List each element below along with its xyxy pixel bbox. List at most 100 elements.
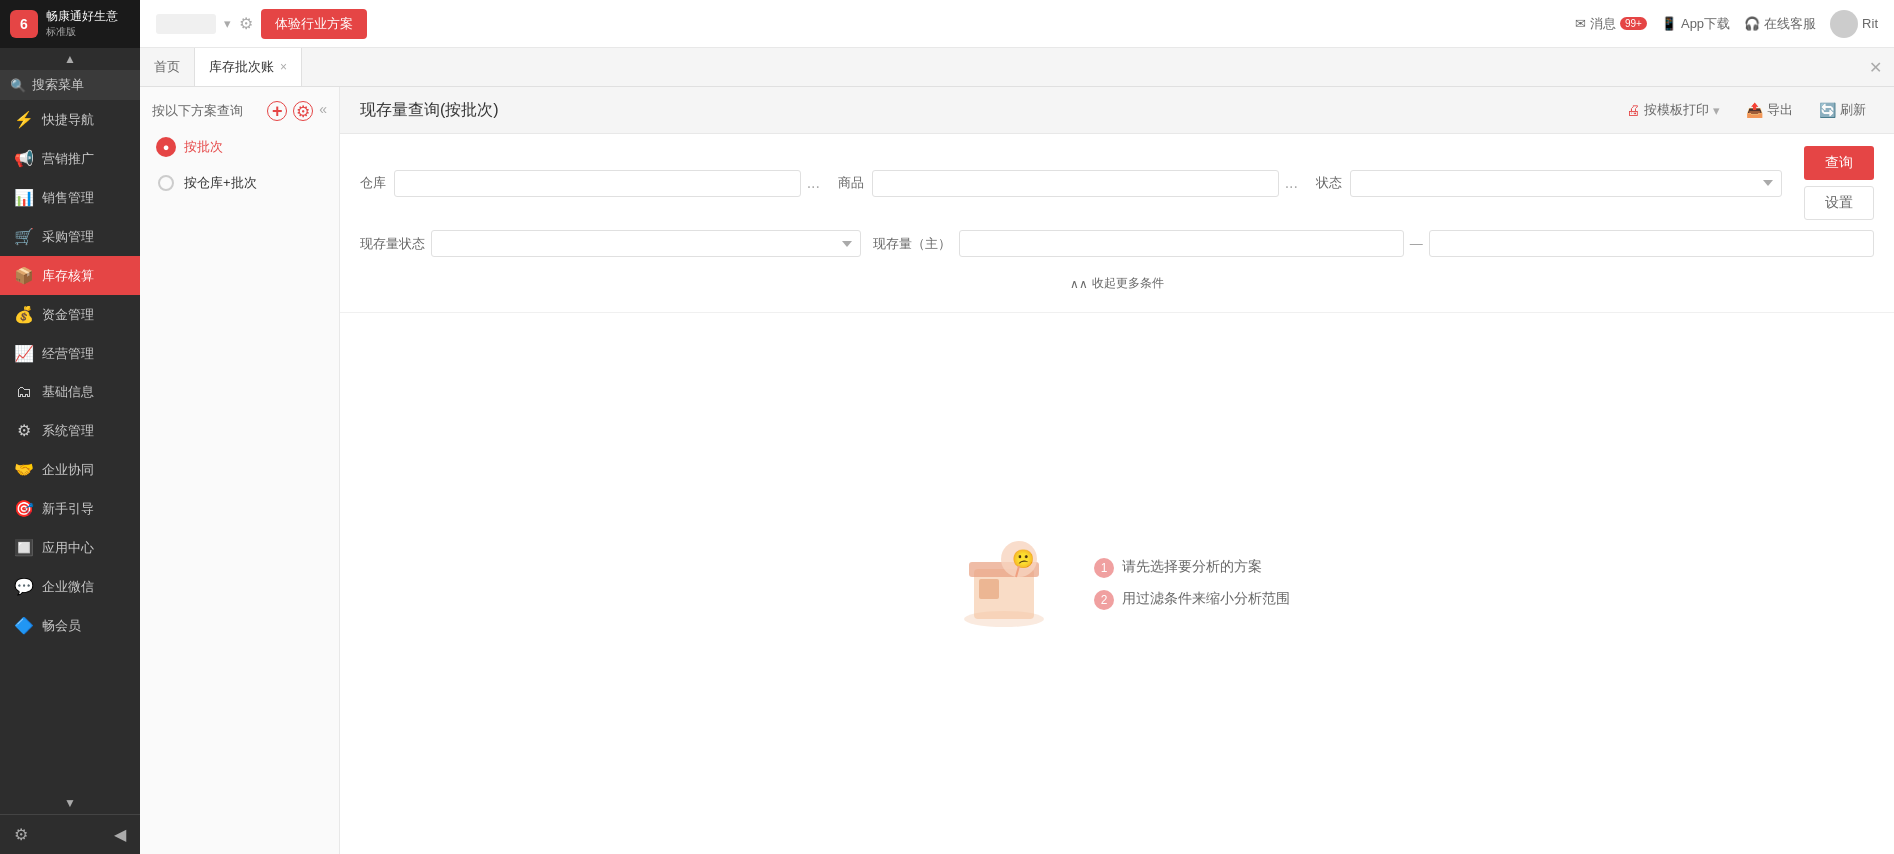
sidebar-item-basic[interactable]: 🗂 基础信息: [0, 373, 140, 411]
collapse-label: 收起更多条件: [1092, 275, 1164, 292]
product-field: 商品 ...: [838, 170, 1304, 197]
message-icon: ✉: [1575, 16, 1586, 31]
collapse-icon: ∧∧: [1070, 277, 1088, 291]
left-panel-actions: + ⚙ «: [267, 101, 327, 121]
page-header: 现存量查询(按批次) 🖨 按模板打印 ▾ 📤 导出 🔄 刷新: [340, 87, 1894, 134]
sidebar-item-purchase[interactable]: 🛒 采购管理: [0, 217, 140, 256]
sidebar-item-enterprise[interactable]: 🤝 企业协同: [0, 450, 140, 489]
status-label: 状态: [1316, 174, 1344, 192]
sidebar-search[interactable]: 🔍 搜索菜单: [0, 70, 140, 100]
phone-icon: 📱: [1661, 16, 1677, 31]
warehouse-input[interactable]: [394, 170, 801, 197]
collapse-filter-btn[interactable]: ∧∧ 收起更多条件: [360, 267, 1874, 300]
user-menu[interactable]: Rit: [1830, 10, 1878, 38]
warehouse-label: 仓库: [360, 174, 388, 192]
operation-icon: 📈: [14, 344, 34, 363]
tab-home[interactable]: 首页: [140, 48, 195, 86]
left-panel: 按以下方案查询 + ⚙ « ● 按批次 按仓库+批次: [140, 87, 340, 854]
refresh-icon: 🔄: [1819, 102, 1836, 118]
topbar-breadcrumb: [156, 14, 216, 34]
refresh-btn[interactable]: 🔄 刷新: [1811, 97, 1874, 123]
wechat-icon: 💬: [14, 577, 34, 596]
action-col: 查询 设置: [1794, 146, 1874, 220]
messages-label: 消息: [1590, 15, 1616, 33]
query-button[interactable]: 查询: [1804, 146, 1874, 180]
sidebar-item-label: 应用中心: [42, 539, 94, 557]
online-service-btn[interactable]: 🎧 在线客服: [1744, 15, 1816, 33]
sidebar-item-marketing[interactable]: 📢 营销推广: [0, 139, 140, 178]
print-btn[interactable]: 🖨 按模板打印 ▾: [1618, 97, 1728, 123]
topbar-dropdown-icon[interactable]: ▾: [224, 16, 231, 31]
sidebar-item-wechat[interactable]: 💬 企业微信: [0, 567, 140, 606]
status-field: 状态: [1316, 170, 1782, 197]
plan-item-by-warehouse-batch[interactable]: 按仓库+批次: [140, 165, 339, 201]
topbar-settings-icon[interactable]: ⚙: [239, 14, 253, 33]
product-dots[interactable]: ...: [1279, 174, 1304, 192]
empty-illustration: 😕: [944, 524, 1064, 644]
content: 按以下方案查询 + ⚙ « ● 按批次 按仓库+批次 现存量查询(按批次): [140, 87, 1894, 854]
purchase-icon: 🛒: [14, 227, 34, 246]
sidebar-item-newcomer[interactable]: 🎯 新手引导: [0, 489, 140, 528]
sidebar-item-label: 经营管理: [42, 345, 94, 363]
sidebar-scroll-up[interactable]: ▲: [0, 48, 140, 70]
inventory-qty-max[interactable]: [1429, 230, 1874, 257]
sidebar-item-label: 销售管理: [42, 189, 94, 207]
sidebar-item-apps[interactable]: 🔲 应用中心: [0, 528, 140, 567]
tip-text-2: 用过滤条件来缩小分析范围: [1122, 590, 1290, 608]
sidebar-item-inventory[interactable]: 📦 库存核算: [0, 256, 140, 295]
sidebar-item-membership[interactable]: 🔷 畅会员: [0, 606, 140, 645]
headset-icon: 🎧: [1744, 16, 1760, 31]
warehouse-field: 仓库 ...: [360, 170, 826, 197]
topbar-left: ▾ ⚙ 体验行业方案: [156, 9, 1565, 39]
sidebar-item-label: 系统管理: [42, 422, 94, 440]
tab-close-icon[interactable]: ×: [280, 60, 287, 74]
sidebar-item-label: 营销推广: [42, 150, 94, 168]
add-plan-icon[interactable]: +: [267, 101, 287, 121]
sidebar-footer: ⚙ ◀: [0, 814, 140, 854]
sidebar-item-quick-nav[interactable]: ⚡ 快捷导航: [0, 100, 140, 139]
settings-footer-icon[interactable]: ⚙: [14, 825, 28, 844]
sidebar-item-system[interactable]: ⚙ 系统管理: [0, 411, 140, 450]
main-area: ▾ ⚙ 体验行业方案 ✉ 消息 99+ 📱 App下载 🎧 在线客服 Rit: [140, 0, 1894, 854]
export-btn[interactable]: 📤 导出: [1738, 97, 1801, 123]
svg-text:😕: 😕: [1012, 548, 1035, 570]
inventory-status-select[interactable]: [431, 230, 861, 257]
settings-plan-icon[interactable]: ⚙: [293, 101, 313, 121]
messages-btn[interactable]: ✉ 消息 99+: [1575, 15, 1647, 33]
app-download-btn[interactable]: 📱 App下载: [1661, 15, 1730, 33]
plan-item-by-batch[interactable]: ● 按批次: [140, 129, 339, 165]
sidebar-item-operation[interactable]: 📈 经营管理: [0, 334, 140, 373]
sidebar-item-label: 库存核算: [42, 267, 94, 285]
inventory-qty-field: 现存量（主） —: [873, 230, 1874, 257]
empty-tip-2: 2 用过滤条件来缩小分析范围: [1094, 590, 1290, 610]
product-label: 商品: [838, 174, 866, 192]
app-download-label: App下载: [1681, 15, 1730, 33]
finance-icon: 💰: [14, 305, 34, 324]
plan-icon-red: ●: [156, 137, 176, 157]
export-label: 导出: [1767, 101, 1793, 119]
tabbar: 首页 库存批次账 × ✕: [140, 48, 1894, 87]
filter-row-1: 仓库 ... 商品 ... 状态: [360, 146, 1874, 220]
trial-btn[interactable]: 体验行业方案: [261, 9, 367, 39]
warehouse-dots[interactable]: ...: [801, 174, 826, 192]
tab-home-label: 首页: [154, 58, 180, 76]
close-panel-icon[interactable]: ✕: [1857, 50, 1894, 85]
status-select[interactable]: [1350, 170, 1782, 197]
tab-current[interactable]: 库存批次账 ×: [195, 48, 302, 86]
plan-label: 按批次: [184, 138, 223, 156]
sidebar-item-sales[interactable]: 📊 销售管理: [0, 178, 140, 217]
empty-tip-1: 1 请先选择要分析的方案: [1094, 558, 1290, 578]
sidebar-item-label: 畅会员: [42, 617, 81, 635]
sidebar-scroll-down[interactable]: ▼: [0, 792, 140, 814]
collapse-sidebar-icon[interactable]: ◀: [114, 825, 126, 844]
sidebar-item-label: 基础信息: [42, 383, 94, 401]
print-dropdown-icon[interactable]: ▾: [1713, 103, 1720, 118]
collapse-plan-icon[interactable]: «: [319, 101, 327, 121]
sidebar-item-finance[interactable]: 💰 资金管理: [0, 295, 140, 334]
refresh-label: 刷新: [1840, 101, 1866, 119]
topbar: ▾ ⚙ 体验行业方案 ✉ 消息 99+ 📱 App下载 🎧 在线客服 Rit: [140, 0, 1894, 48]
svg-rect-3: [979, 579, 999, 599]
settings-button[interactable]: 设置: [1804, 186, 1874, 220]
inventory-qty-min[interactable]: [959, 230, 1404, 257]
product-input[interactable]: [872, 170, 1279, 197]
